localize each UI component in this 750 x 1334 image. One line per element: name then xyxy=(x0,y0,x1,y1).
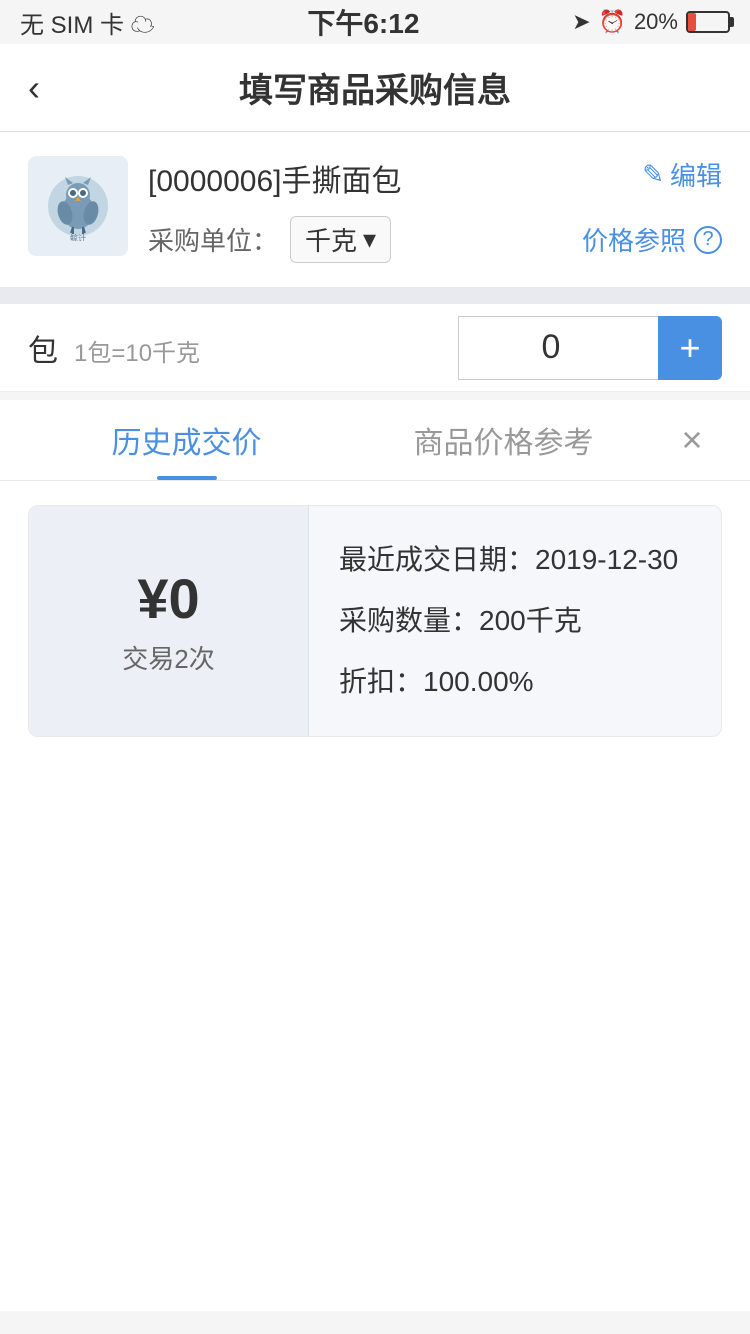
empty-area xyxy=(0,761,750,1311)
tab-history-label: 历史成交价 xyxy=(112,418,262,462)
nav-bar: ‹ 填写商品采购信息 xyxy=(0,44,750,132)
quantity-input-group: + xyxy=(458,316,722,380)
history-price-panel: ¥0 交易2次 xyxy=(29,506,309,736)
discount-label: 折扣： xyxy=(339,666,423,697)
quantity-label: 采购数量： xyxy=(339,605,479,636)
product-unit-row: 采购单位： 千克 ▾ 价格参照 ? xyxy=(148,216,722,263)
price-ref-label: 价格参照 xyxy=(582,221,686,258)
product-name: [0000006]手撕面包 xyxy=(148,156,401,200)
unit-value: 千克 xyxy=(305,221,357,258)
quantity-plus-button[interactable]: + xyxy=(658,316,722,380)
edit-icon: ✎ xyxy=(642,159,664,190)
history-details-panel: 最近成交日期：2019-12-30 采购数量：200千克 折扣：100.00% xyxy=(309,506,721,736)
status-left: 无 SIM 卡 ☁ xyxy=(20,5,155,40)
history-content: ¥0 交易2次 最近成交日期：2019-12-30 采购数量：200千克 折扣：… xyxy=(0,481,750,761)
history-trades-count: 交易2次 xyxy=(122,639,214,676)
location-icon: ➤ xyxy=(572,9,590,35)
status-bar: 无 SIM 卡 ☁ 下午6:12 ➤ ⏰ 20% xyxy=(0,0,750,44)
history-quantity-row: 采购数量：200千克 xyxy=(339,599,691,644)
svg-text:鲸计: 鲸计 xyxy=(70,233,86,241)
edit-label: 编辑 xyxy=(670,156,722,193)
quantity-unit-hint: 1包=10千克 xyxy=(74,333,200,368)
quantity-left: 包 1包=10千克 xyxy=(28,326,200,370)
product-image: 鲸计 xyxy=(43,171,113,241)
unit-label: 采购单位： xyxy=(148,221,278,258)
back-button[interactable]: ‹ xyxy=(28,67,40,109)
quantity-value: 200千克 xyxy=(479,605,582,636)
status-right: ➤ ⏰ 20% xyxy=(572,9,730,35)
discount-value: 100.00% xyxy=(423,666,534,697)
history-card: ¥0 交易2次 最近成交日期：2019-12-30 采购数量：200千克 折扣：… xyxy=(28,505,722,737)
battery-percent: 20% xyxy=(634,9,678,35)
tab-history-price[interactable]: 历史成交价 xyxy=(28,400,345,480)
tab-price-ref-label: 商品价格参考 xyxy=(414,418,594,462)
unit-select[interactable]: 千克 ▾ xyxy=(290,216,391,263)
history-price-value: ¥0 xyxy=(137,566,199,631)
history-discount-row: 折扣：100.00% xyxy=(339,660,691,705)
price-reference-button[interactable]: 价格参照 ? xyxy=(582,221,722,258)
history-recent-date-row: 最近成交日期：2019-12-30 xyxy=(339,538,691,583)
product-header: [0000006]手撕面包 ✎ 编辑 xyxy=(148,156,722,200)
help-icon: ? xyxy=(694,226,722,254)
tabs-container: 历史成交价 商品价格参考 × ¥0 交易2次 最近成交日期：2019-12-30… xyxy=(0,400,750,761)
tabs-header: 历史成交价 商品价格参考 × xyxy=(0,400,750,481)
section-divider xyxy=(0,288,750,304)
status-time: 下午6:12 xyxy=(307,2,419,42)
product-thumbnail: 鲸计 xyxy=(28,156,128,256)
quantity-input[interactable] xyxy=(458,316,658,380)
tab-active-indicator xyxy=(157,476,217,480)
dropdown-icon: ▾ xyxy=(363,224,376,255)
signal-text: 无 SIM 卡 ☁ xyxy=(20,5,155,40)
tab-close-button[interactable]: × xyxy=(662,400,722,480)
product-info: [0000006]手撕面包 ✎ 编辑 采购单位： 千克 ▾ 价格参照 ? xyxy=(148,156,722,263)
alarm-icon: ⏰ xyxy=(599,9,626,35)
battery-icon xyxy=(686,11,730,33)
product-card: 鲸计 [0000006]手撕面包 ✎ 编辑 采购单位： 千克 ▾ 价格参照 ? xyxy=(0,132,750,288)
quantity-unit-label: 包 xyxy=(28,326,58,370)
recent-date-value: 2019-12-30 xyxy=(535,544,678,575)
recent-date-label: 最近成交日期： xyxy=(339,544,535,575)
edit-button[interactable]: ✎ 编辑 xyxy=(642,156,722,193)
page-title: 填写商品采购信息 xyxy=(239,63,511,112)
quantity-row: 包 1包=10千克 + xyxy=(0,304,750,392)
tab-price-reference[interactable]: 商品价格参考 xyxy=(345,400,662,480)
